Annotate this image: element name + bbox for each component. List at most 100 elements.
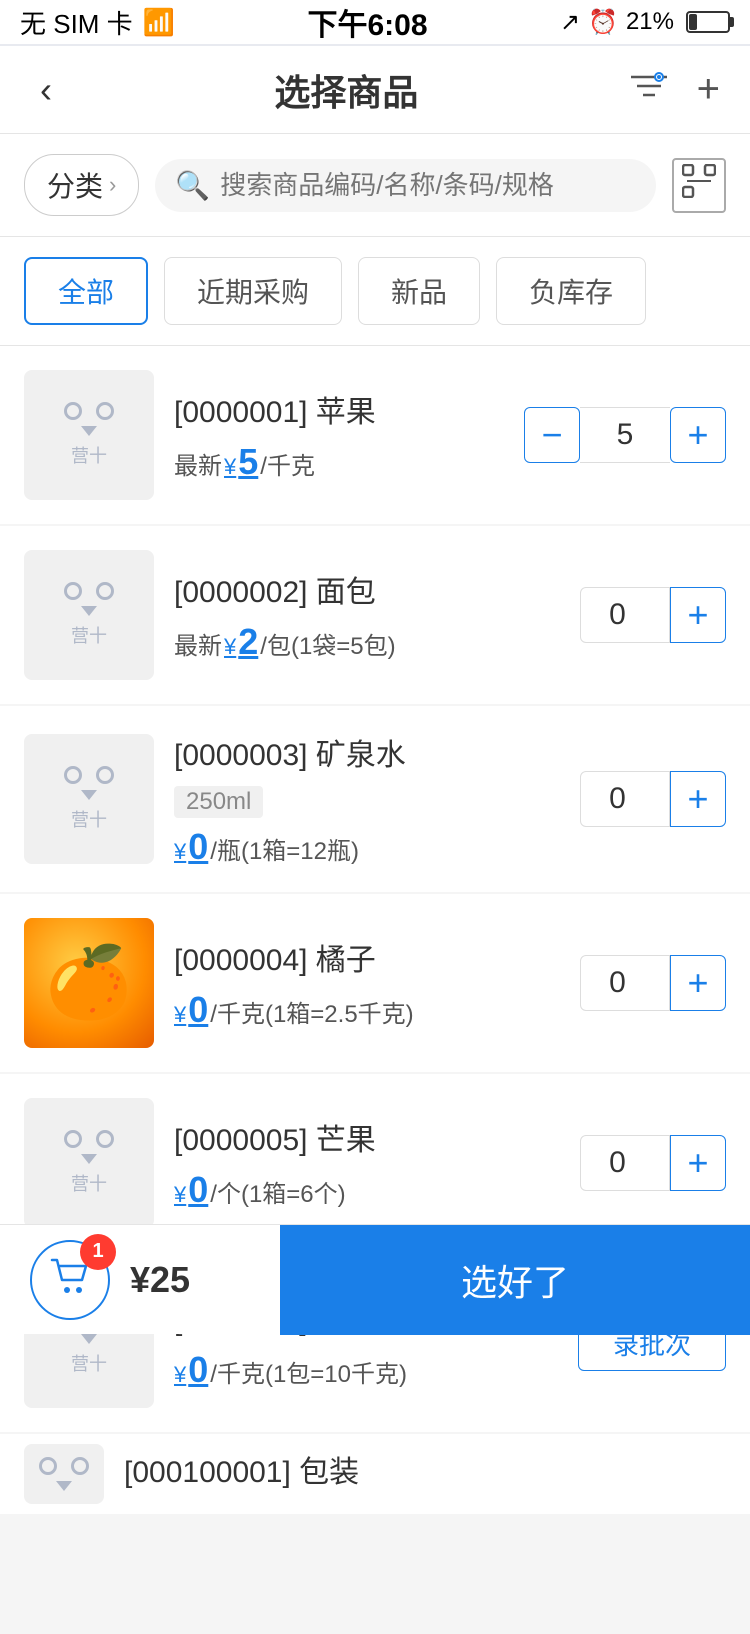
product-list: 营十 [0000001] 苹果 最新 ¥ 5 /千克 − + — [0, 346, 750, 1634]
price-unit-2: /包(1袋=5包) — [260, 626, 395, 661]
location-icon: ↗ — [560, 8, 580, 37]
product-image-3: 营十 — [24, 734, 154, 864]
list-item-partial: [000100001] 包装 — [0, 1434, 750, 1514]
price-unit-5: /个(1箱=6个) — [210, 1174, 345, 1209]
qty-control-1: − + — [524, 407, 726, 463]
nav-bar: ‹ 选择商品 + — [0, 46, 750, 134]
product-price-6: ¥ 0 /千克(1包=10千克) — [174, 1349, 558, 1391]
price-label-1: 最新 — [174, 446, 222, 481]
list-item: 🍊 [0000004] 橘子 ¥ 0 /千克(1箱=2.5千克) + — [0, 894, 750, 1072]
product-price-1: 最新 ¥ 5 /千克 — [174, 441, 504, 483]
currency-icon-4: ¥ — [174, 1002, 186, 1028]
back-button[interactable]: ‹ — [30, 59, 62, 121]
product-spec-3: 250ml — [174, 786, 263, 818]
price-amount-4: 0 — [188, 989, 208, 1031]
qty-plus-button-5[interactable]: + — [670, 1135, 726, 1191]
qty-control-5: + — [580, 1135, 726, 1191]
tab-all[interactable]: 全部 — [24, 257, 148, 325]
qty-plus-button-1[interactable]: + — [670, 407, 726, 463]
battery-icon — [686, 11, 730, 33]
tab-new[interactable]: 新品 — [358, 257, 480, 325]
currency-icon-1: ¥ — [224, 454, 236, 480]
chevron-right-icon: › — [109, 172, 116, 198]
status-time: 下午6:08 — [307, 0, 427, 44]
qty-control-3: + — [580, 771, 726, 827]
currency-icon-3: ¥ — [174, 839, 186, 865]
qty-control-4: + — [580, 955, 726, 1011]
bottom-bar: 1 ¥25 选好了 — [0, 1224, 750, 1334]
list-item: 营十 [0000003] 矿泉水 250ml ¥ 0 /瓶(1箱=12瓶) + — [0, 706, 750, 892]
qty-minus-button-1[interactable]: − — [524, 407, 580, 463]
price-unit-6: /千克(1包=10千克) — [210, 1354, 407, 1389]
tab-negative[interactable]: 负库存 — [496, 257, 646, 325]
price-amount-6: 0 — [188, 1349, 208, 1391]
product-info-4: [0000004] 橘子 ¥ 0 /千克(1箱=2.5千克) — [174, 935, 560, 1031]
product-price-4: ¥ 0 /千克(1箱=2.5千克) — [174, 989, 560, 1031]
qty-input-4[interactable] — [580, 955, 670, 1011]
product-name-3: [0000003] 矿泉水 — [174, 730, 560, 774]
category-label: 分类 — [47, 165, 103, 205]
search-input[interactable] — [220, 170, 636, 201]
price-unit-3: /瓶(1箱=12瓶) — [210, 831, 359, 866]
price-unit-1: /千克 — [260, 446, 315, 481]
cart-badge: 1 — [80, 1234, 116, 1270]
search-icon: 🔍 — [175, 169, 210, 202]
product-price-5: ¥ 0 /个(1箱=6个) — [174, 1169, 560, 1211]
product-info-7: [000100001] 包装 — [124, 1447, 726, 1501]
product-info-5: [0000005] 芒果 ¥ 0 /个(1箱=6个) — [174, 1115, 560, 1211]
scan-icon[interactable] — [672, 158, 726, 213]
qty-input-1[interactable] — [580, 407, 670, 463]
product-info-3: [0000003] 矿泉水 250ml ¥ 0 /瓶(1箱=12瓶) — [174, 730, 560, 868]
qty-input-3[interactable] — [580, 771, 670, 827]
product-name-1: [0000001] 苹果 — [174, 387, 504, 431]
category-button[interactable]: 分类 › — [24, 154, 139, 216]
list-item: 营十 [0000002] 面包 最新 ¥ 2 /包(1袋=5包) + — [0, 526, 750, 704]
cart-total: ¥25 — [130, 1259, 190, 1301]
status-bar: 无 SIM 卡 📶 下午6:08 ↗ ⏰ 21% — [0, 0, 750, 44]
qty-input-5[interactable] — [580, 1135, 670, 1191]
product-image-5: 营十 — [24, 1098, 154, 1228]
product-price-2: 最新 ¥ 2 /包(1袋=5包) — [174, 621, 560, 663]
product-price-3: ¥ 0 /瓶(1箱=12瓶) — [174, 826, 560, 868]
price-label-2: 最新 — [174, 626, 222, 661]
price-amount-1: 5 — [238, 441, 258, 483]
product-image-1: 营十 — [24, 370, 154, 500]
list-item: 营十 [0000001] 苹果 最新 ¥ 5 /千克 − + — [0, 346, 750, 524]
price-amount-2: 2 — [238, 621, 258, 663]
tab-recent[interactable]: 近期采购 — [164, 257, 342, 325]
status-right: ↗ ⏰ 21% — [560, 8, 730, 37]
price-amount-3: 0 — [188, 826, 208, 868]
qty-input-2[interactable] — [580, 587, 670, 643]
qty-plus-button-2[interactable]: + — [670, 587, 726, 643]
qty-plus-button-3[interactable]: + — [670, 771, 726, 827]
currency-icon-2: ¥ — [224, 634, 236, 660]
product-image-7 — [24, 1444, 104, 1504]
cart-section: 1 ¥25 — [0, 1240, 280, 1320]
product-name-7: [000100001] 包装 — [124, 1447, 726, 1491]
price-unit-4: /千克(1箱=2.5千克) — [210, 994, 413, 1029]
battery-percent: 21% — [626, 8, 674, 36]
page-title: 选择商品 — [274, 64, 418, 116]
product-name-4: [0000004] 橘子 — [174, 935, 560, 979]
qty-plus-button-4[interactable]: + — [670, 955, 726, 1011]
currency-icon-6: ¥ — [174, 1362, 186, 1388]
price-amount-5: 0 — [188, 1169, 208, 1211]
product-info-2: [0000002] 面包 最新 ¥ 2 /包(1袋=5包) — [174, 567, 560, 663]
product-info-1: [0000001] 苹果 最新 ¥ 5 /千克 — [174, 387, 504, 483]
qty-control-2: + — [580, 587, 726, 643]
cart-icon-button[interactable]: 1 — [30, 1240, 110, 1320]
add-icon[interactable]: + — [697, 67, 720, 112]
currency-icon-5: ¥ — [174, 1182, 186, 1208]
search-area: 分类 › 🔍 — [0, 134, 750, 237]
filter-icon[interactable] — [631, 71, 667, 108]
product-image-4: 🍊 — [24, 918, 154, 1048]
nav-actions: + — [631, 67, 720, 112]
product-image-2: 营十 — [24, 550, 154, 680]
search-input-wrap: 🔍 — [155, 159, 656, 212]
confirm-button[interactable]: 选好了 — [280, 1225, 750, 1335]
product-name-2: [0000002] 面包 — [174, 567, 560, 611]
status-left: 无 SIM 卡 📶 — [20, 4, 175, 41]
alarm-icon: ⏰ — [588, 8, 618, 37]
tab-bar: 全部 近期采购 新品 负库存 — [0, 237, 750, 346]
product-name-5: [0000005] 芒果 — [174, 1115, 560, 1159]
